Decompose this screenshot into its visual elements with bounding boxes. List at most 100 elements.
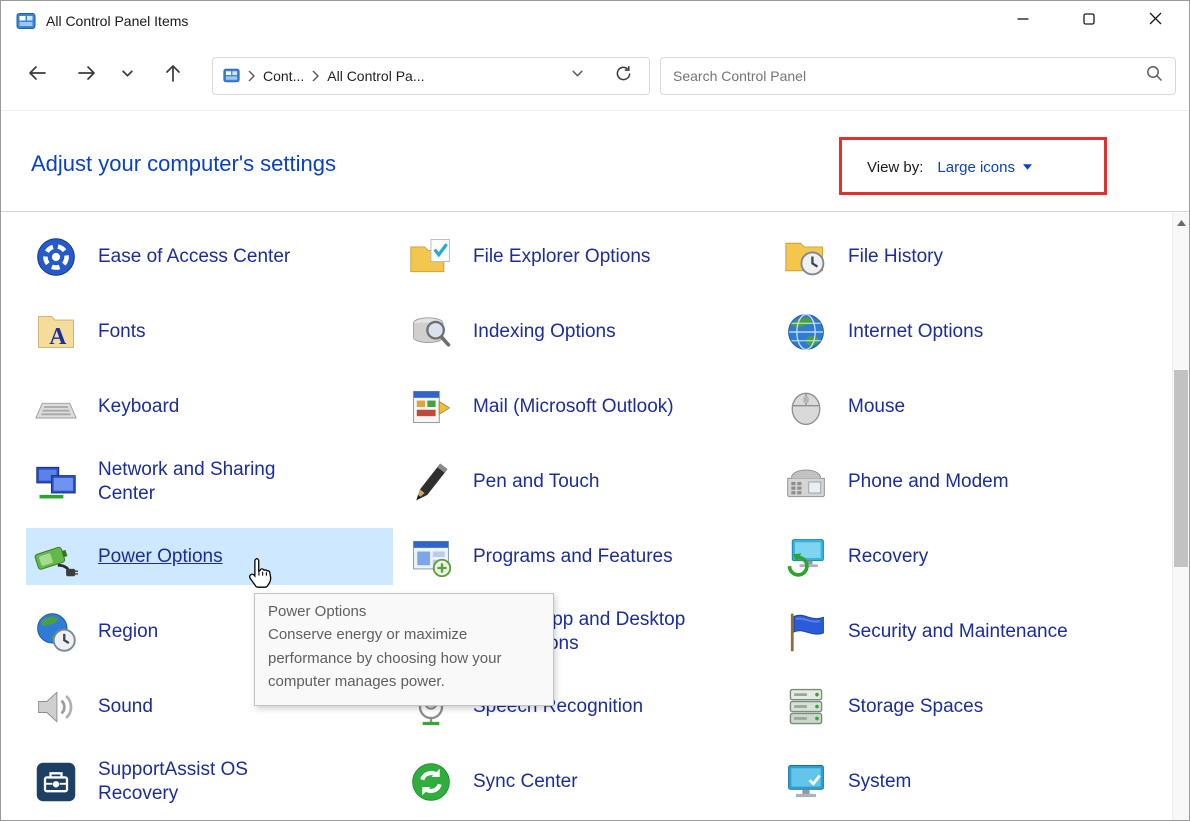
control-panel-item-supportassist-os-recovery[interactable]: SupportAssist OS Recovery [26, 744, 398, 819]
control-panel-icon [16, 11, 36, 31]
svg-text:A: A [49, 323, 67, 349]
breadcrumb-chevron-icon [247, 70, 256, 82]
item-label: Mouse [848, 395, 905, 419]
fonts-icon: A [34, 310, 78, 354]
minimize-button[interactable] [990, 1, 1056, 41]
close-button[interactable] [1122, 1, 1188, 41]
maximize-button[interactable] [1056, 1, 1122, 41]
item-label: Programs and Features [473, 545, 673, 569]
control-panel-item-pen-and-touch[interactable]: Pen and Touch [401, 444, 773, 519]
forward-button[interactable] [68, 59, 106, 93]
breadcrumb-control-panel[interactable]: Cont... [263, 68, 304, 84]
item-label: Phone and Modem [848, 470, 1009, 494]
chevron-down-icon [121, 67, 134, 85]
ease-of-access-icon [34, 235, 78, 279]
close-icon [1149, 12, 1162, 30]
item-label: Storage Spaces [848, 695, 983, 719]
item-label: Keyboard [98, 395, 179, 419]
mail-icon [409, 385, 453, 429]
breadcrumb-all-control-panel-items[interactable]: All Control Pa... [327, 68, 424, 84]
control-panel-item-keyboard[interactable]: Keyboard [26, 369, 398, 444]
back-button[interactable] [18, 59, 56, 93]
address-bar[interactable]: Cont... All Control Pa... [212, 57, 650, 95]
grid-column-2: File Explorer Options Indexing Options Mai… [401, 219, 773, 819]
control-panel-item-mail-microsoft-outlook[interactable]: Mail (Microsoft Outlook) [401, 369, 773, 444]
item-label: System [848, 770, 911, 794]
grid-column-1: Ease of Access Center AFonts Keyboard Netwo… [26, 219, 398, 819]
item-label: Sound [98, 695, 153, 719]
control-panel-item-system[interactable]: System [776, 744, 1174, 819]
tooltip-title: Power Options [268, 603, 540, 620]
item-label: Indexing Options [473, 320, 616, 344]
refresh-button[interactable] [612, 62, 635, 90]
keyboard-icon [34, 385, 78, 429]
indexing-options-icon [409, 310, 453, 354]
phone-modem-icon [784, 460, 828, 504]
navigation-toolbar: Cont... All Control Pa... [1, 41, 1189, 111]
view-by-control: View by: Large icons [867, 155, 1032, 179]
control-panel-item-security-and-maintenance[interactable]: Security and Maintenance [776, 594, 1174, 669]
storage-spaces-icon [784, 685, 828, 729]
minimize-icon [1017, 12, 1029, 30]
network-sharing-icon [34, 460, 78, 504]
system-icon [784, 760, 828, 804]
page-title: Adjust your computer's settings [31, 151, 336, 177]
power-options-icon [34, 535, 78, 579]
scroll-up-arrow-icon [1177, 213, 1186, 231]
view-by-value: Large icons [937, 159, 1015, 176]
item-label: Region [98, 620, 158, 644]
up-arrow-icon [163, 63, 183, 88]
control-panel-item-sync-center[interactable]: Sync Center [401, 744, 773, 819]
supportassist-icon [34, 760, 78, 804]
item-label: Ease of Access Center [98, 245, 290, 269]
search-box[interactable] [660, 57, 1176, 95]
control-panel-item-storage-spaces[interactable]: Storage Spaces [776, 669, 1174, 744]
security-maintenance-icon [784, 610, 828, 654]
item-label: Pen and Touch [473, 470, 599, 494]
pen-touch-icon [409, 460, 453, 504]
tooltip-body: Conserve energy or maximize performance … [268, 623, 540, 694]
control-panel-icon [223, 67, 240, 84]
programs-features-icon [409, 535, 453, 579]
control-panel-item-internet-options[interactable]: Internet Options [776, 294, 1174, 369]
page-header: Adjust your computer's settings View by:… [1, 111, 1189, 212]
items-grid: Ease of Access Center AFonts Keyboard Netwo… [1, 213, 1189, 820]
scroll-up-button[interactable] [1173, 213, 1189, 230]
breadcrumb-chevron-icon [311, 70, 320, 82]
chevron-down-icon [571, 67, 584, 85]
file-history-icon [784, 235, 828, 279]
window-title: All Control Panel Items [46, 13, 188, 29]
tooltip: Power Options Conserve energy or maximiz… [254, 593, 554, 706]
mouse-icon [784, 385, 828, 429]
recent-locations-button[interactable] [114, 59, 140, 93]
item-label: File History [848, 245, 943, 269]
region-icon [34, 610, 78, 654]
dropdown-arrow-icon [1023, 164, 1032, 170]
control-panel-item-phone-and-modem[interactable]: Phone and Modem [776, 444, 1174, 519]
item-label: Security and Maintenance [848, 620, 1068, 644]
control-panel-item-power-options[interactable]: Power Options [26, 519, 398, 594]
item-label: Network and Sharing Center [98, 458, 322, 506]
scrollbar[interactable] [1172, 213, 1189, 820]
address-dropdown-button[interactable] [565, 63, 590, 89]
view-by-dropdown[interactable]: Large icons [937, 159, 1032, 176]
control-panel-item-file-history[interactable]: File History [776, 219, 1174, 294]
control-panel-item-network-and-sharing-center[interactable]: Network and Sharing Center [26, 444, 398, 519]
recovery-icon [784, 535, 828, 579]
control-panel-item-mouse[interactable]: Mouse [776, 369, 1174, 444]
up-button[interactable] [154, 59, 192, 93]
forward-icon [77, 63, 97, 88]
item-label: Recovery [848, 545, 928, 569]
control-panel-item-ease-of-access-center[interactable]: Ease of Access Center [26, 219, 398, 294]
maximize-icon [1083, 12, 1095, 30]
control-panel-item-programs-and-features[interactable]: Programs and Features [401, 519, 773, 594]
search-input[interactable] [673, 68, 1146, 84]
control-panel-item-recovery[interactable]: Recovery [776, 519, 1174, 594]
control-panel-item-file-explorer-options[interactable]: File Explorer Options [401, 219, 773, 294]
item-label: Power Options [98, 545, 223, 569]
control-panel-item-fonts[interactable]: AFonts [26, 294, 398, 369]
scrollbar-thumb[interactable] [1174, 370, 1188, 567]
control-panel-item-indexing-options[interactable]: Indexing Options [401, 294, 773, 369]
file-explorer-options-icon [409, 235, 453, 279]
content-area: Ease of Access Center AFonts Keyboard Netwo… [1, 213, 1189, 820]
